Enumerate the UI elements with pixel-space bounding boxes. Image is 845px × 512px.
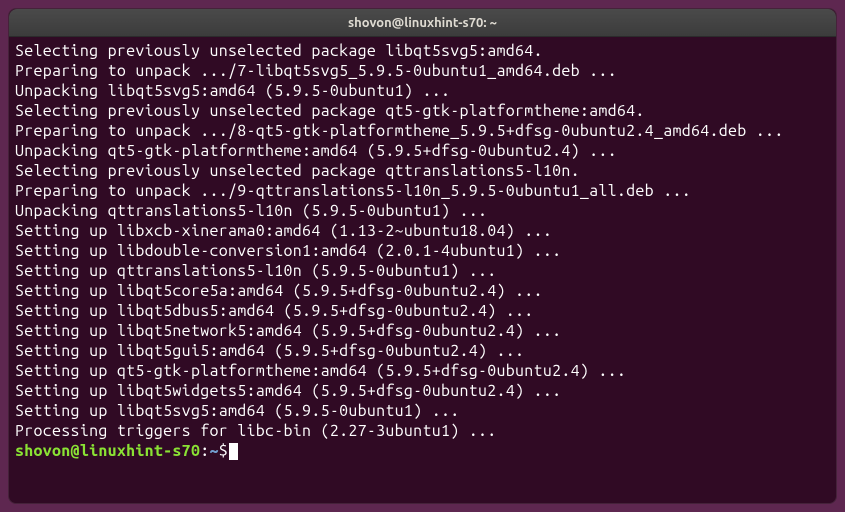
terminal-line: Setting up qttranslations5-l10n (5.9.5-0… bbox=[15, 261, 830, 281]
terminal-line: Setting up libdouble-conversion1:amd64 (… bbox=[15, 241, 830, 261]
terminal-line: Unpacking qttranslations5-l10n (5.9.5-0u… bbox=[15, 201, 830, 221]
terminal-line: Setting up libqt5dbus5:amd64 (5.9.5+dfsg… bbox=[15, 301, 830, 321]
cursor bbox=[229, 443, 238, 460]
terminal-line: Setting up libqt5svg5:amd64 (5.9.5-0ubun… bbox=[15, 401, 830, 421]
terminal-line: Unpacking libqt5svg5:amd64 (5.9.5-0ubunt… bbox=[15, 81, 830, 101]
terminal-line: Setting up libqt5core5a:amd64 (5.9.5+dfs… bbox=[15, 281, 830, 301]
titlebar[interactable]: shovon@linuxhint-s70: ~ bbox=[9, 9, 836, 37]
terminal-line: Selecting previously unselected package … bbox=[15, 101, 830, 121]
terminal-line: Setting up libqt5gui5:amd64 (5.9.5+dfsg-… bbox=[15, 341, 830, 361]
terminal-content[interactable]: Selecting previously unselected package … bbox=[9, 37, 836, 503]
prompt-end: $ bbox=[219, 442, 228, 460]
terminal-line: Setting up qt5-gtk-platformtheme:amd64 (… bbox=[15, 361, 830, 381]
terminal-line: Selecting previously unselected package … bbox=[15, 161, 830, 181]
prompt-path: ~ bbox=[209, 442, 218, 460]
terminal-line: Setting up libqt5widgets5:amd64 (5.9.5+d… bbox=[15, 381, 830, 401]
terminal-line: Setting up libxcb-xinerama0:amd64 (1.13-… bbox=[15, 221, 830, 241]
terminal-line: Preparing to unpack .../8-qt5-gtk-platfo… bbox=[15, 121, 830, 141]
terminal-line: Processing triggers for libc-bin (2.27-3… bbox=[15, 421, 830, 441]
terminal-line: Selecting previously unselected package … bbox=[15, 41, 830, 61]
terminal-window: shovon@linuxhint-s70: ~ Selecting previo… bbox=[8, 8, 837, 504]
terminal-line: Unpacking qt5-gtk-platformtheme:amd64 (5… bbox=[15, 141, 830, 161]
window-title: shovon@linuxhint-s70: ~ bbox=[348, 16, 497, 30]
terminal-line: Preparing to unpack .../7-libqt5svg5_5.9… bbox=[15, 61, 830, 81]
prompt-line[interactable]: shovon@linuxhint-s70:~$ bbox=[15, 441, 830, 461]
terminal-line: Preparing to unpack .../9-qttranslations… bbox=[15, 181, 830, 201]
terminal-line: Setting up libqt5network5:amd64 (5.9.5+d… bbox=[15, 321, 830, 341]
prompt-user-host: shovon@linuxhint-s70 bbox=[15, 442, 200, 460]
